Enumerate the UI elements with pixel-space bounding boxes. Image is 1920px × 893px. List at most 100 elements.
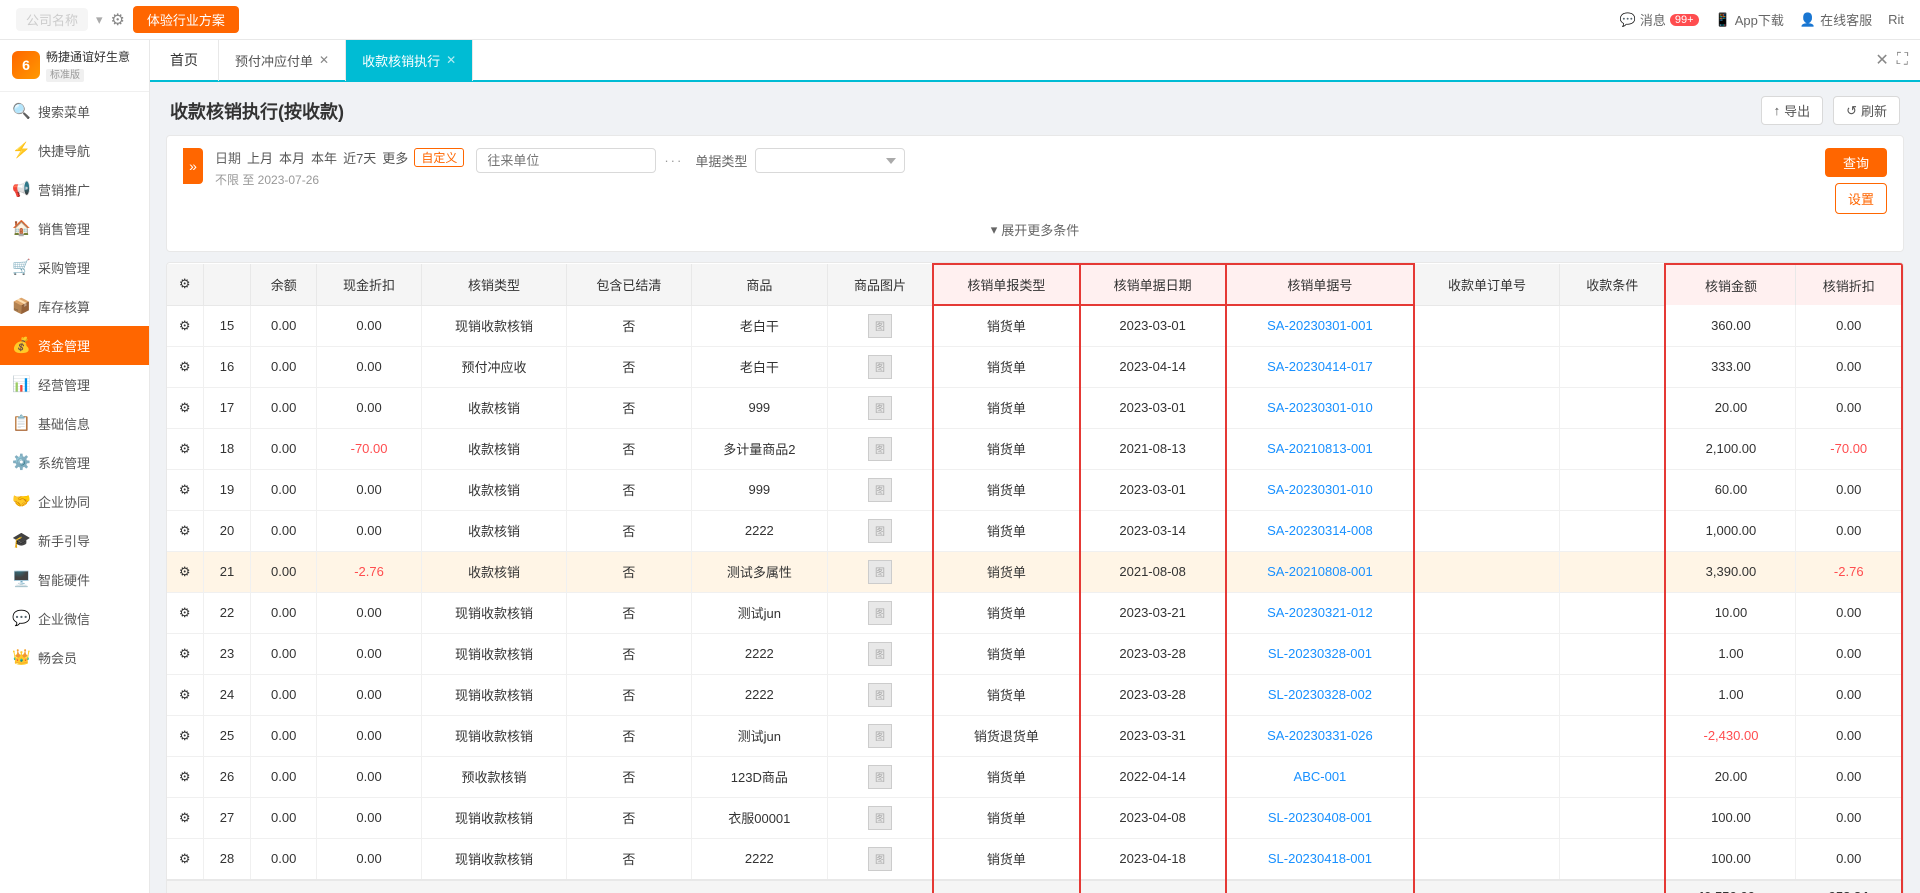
date-last-month[interactable]: 上月	[247, 148, 273, 167]
td-settings[interactable]: ⚙	[167, 551, 203, 592]
td-bill-date: 2023-04-08	[1080, 797, 1226, 838]
td-settings[interactable]: ⚙	[167, 838, 203, 880]
tab-maximize-icon[interactable]: ⛶	[1897, 51, 1908, 69]
sidebar-item-beginner[interactable]: 🎓 新手引导	[0, 521, 149, 560]
quicknav-icon: ⚡	[12, 141, 30, 159]
sidebar-item-wechat[interactable]: 💬 企业微信	[0, 599, 149, 638]
td-goods: 999	[691, 387, 827, 428]
td-receipt-order	[1414, 346, 1560, 387]
online-service-button[interactable]: 👤 在线客服	[1800, 10, 1872, 29]
tab-collection-close[interactable]: ✕	[446, 53, 456, 67]
td-goods-img: 图	[827, 551, 933, 592]
expand-more-conditions[interactable]: ▾ 展开更多条件	[183, 214, 1887, 239]
bill-no-link[interactable]: SL-20230408-001	[1268, 810, 1372, 825]
td-settings[interactable]: ⚙	[167, 305, 203, 346]
sidebar-item-member[interactable]: 👑 畅会员	[0, 638, 149, 677]
td-settings[interactable]: ⚙	[167, 592, 203, 633]
tab-home[interactable]: 首页	[150, 40, 219, 81]
sidebar-item-marketing[interactable]: 📢 营销推广	[0, 170, 149, 209]
td-settings[interactable]: ⚙	[167, 674, 203, 715]
bill-no-link[interactable]: SA-20230321-012	[1267, 605, 1373, 620]
logo-icon: 6	[12, 51, 40, 79]
bill-no-link[interactable]: SL-20230418-001	[1268, 851, 1372, 866]
sidebar-item-capital[interactable]: 💰 资金管理	[0, 326, 149, 365]
sidebar-item-search[interactable]: 🔍 搜索菜单	[0, 92, 149, 131]
table-body: ⚙ 15 0.00 0.00 现销收款核销 否 老白干 图 销货单 2023-0…	[167, 305, 1902, 880]
td-cancel-amount: -2,430.00	[1665, 715, 1796, 756]
bill-no-link[interactable]: SA-20210813-001	[1267, 441, 1373, 456]
sidebar-item-sales[interactable]: 🏠 销售管理	[0, 209, 149, 248]
tab-prepay[interactable]: 预付冲应付单 ✕	[219, 40, 346, 81]
bill-no-link[interactable]: SA-20210808-001	[1267, 564, 1373, 579]
td-receipt-condition	[1560, 633, 1666, 674]
filter-expand-btn[interactable]: »	[183, 148, 203, 184]
sidebar-item-basic[interactable]: 📋 基础信息	[0, 404, 149, 443]
bill-no-link[interactable]: SA-20230301-010	[1267, 482, 1373, 497]
bill-no-link[interactable]: SA-20230314-008	[1267, 523, 1373, 538]
export-button[interactable]: ↑ 导出	[1761, 96, 1824, 125]
tab-prepay-close[interactable]: ✕	[319, 53, 329, 67]
td-settings[interactable]: ⚙	[167, 428, 203, 469]
sidebar-item-quick-nav[interactable]: ⚡ 快捷导航	[0, 131, 149, 170]
td-settings[interactable]: ⚙	[167, 797, 203, 838]
td-settings[interactable]: ⚙	[167, 510, 203, 551]
user-name[interactable]: Rit	[1888, 12, 1904, 27]
solution-button[interactable]: 体验行业方案	[133, 6, 239, 33]
settings-icon[interactable]: ⚙	[111, 10, 125, 30]
td-receipt-order	[1414, 797, 1560, 838]
sidebar-item-hardware[interactable]: 🖥️ 智能硬件	[0, 560, 149, 599]
app-download-button[interactable]: 📱 App下载	[1715, 10, 1784, 29]
messages-button[interactable]: 💬 消息 99+	[1620, 10, 1699, 29]
td-receipt-order	[1414, 674, 1560, 715]
settings-button[interactable]: 设置	[1835, 183, 1887, 214]
query-button[interactable]: 查询	[1825, 148, 1887, 177]
tab-prepay-label: 预付冲应付单	[235, 51, 313, 70]
tab-collection[interactable]: 收款核销执行 ✕	[346, 40, 473, 81]
td-seq: 22	[203, 592, 251, 633]
date-this-year[interactable]: 本年	[311, 148, 337, 167]
td-cancel-type: 现销收款核销	[422, 674, 567, 715]
date-this-month[interactable]: 本月	[279, 148, 305, 167]
td-settings[interactable]: ⚙	[167, 715, 203, 756]
bill-no-link[interactable]: ABC-001	[1294, 769, 1347, 784]
bill-no-link[interactable]: SA-20230331-026	[1267, 728, 1373, 743]
bill-type-select[interactable]	[755, 148, 905, 173]
sidebar-item-operations[interactable]: 📊 经营管理	[0, 365, 149, 404]
td-settings[interactable]: ⚙	[167, 387, 203, 428]
date-more[interactable]: 更多	[382, 148, 408, 167]
counterparty-dots[interactable]: ···	[664, 153, 683, 168]
message-icon: 💬	[1620, 12, 1636, 28]
td-settings[interactable]: ⚙	[167, 633, 203, 674]
bill-no-link[interactable]: SL-20230328-001	[1268, 646, 1372, 661]
refresh-button[interactable]: ↺ 刷新	[1833, 96, 1900, 125]
td-cancel-amount: 2,100.00	[1665, 428, 1796, 469]
bill-no-link[interactable]: SA-20230414-017	[1267, 359, 1373, 374]
td-cancel-discount: 0.00	[1796, 674, 1902, 715]
td-receipt-order	[1414, 551, 1560, 592]
sidebar-item-system[interactable]: ⚙️ 系统管理	[0, 443, 149, 482]
system-icon: ⚙️	[12, 453, 30, 471]
table-footer-row: 40,556,66... 952.24	[167, 880, 1902, 893]
td-settings[interactable]: ⚙	[167, 469, 203, 510]
td-bill-no: SL-20230418-001	[1226, 838, 1414, 880]
td-cancel-discount: 0.00	[1796, 756, 1902, 797]
td-settings[interactable]: ⚙	[167, 756, 203, 797]
sidebar-item-purchase[interactable]: 🛒 采购管理	[0, 248, 149, 287]
sidebar-item-inventory[interactable]: 📦 库存核算	[0, 287, 149, 326]
td-bill-date: 2023-03-01	[1080, 469, 1226, 510]
td-settings[interactable]: ⚙	[167, 346, 203, 387]
sidebar-item-enterprise[interactable]: 🤝 企业协同	[0, 482, 149, 521]
td-balance: 0.00	[251, 715, 317, 756]
th-settings[interactable]: ⚙	[167, 264, 203, 305]
tab-close-window-icon[interactable]: ✕	[1875, 50, 1888, 70]
date-custom-btn[interactable]: 自定义	[414, 148, 464, 167]
bill-no-link[interactable]: SA-20230301-010	[1267, 400, 1373, 415]
td-bill-type: 销货单	[933, 510, 1079, 551]
bill-no-link[interactable]: SA-20230301-001	[1267, 318, 1373, 333]
counterparty-input[interactable]	[476, 148, 656, 173]
bill-no-link[interactable]: SL-20230328-002	[1268, 687, 1372, 702]
th-receipt-condition: 收款条件	[1560, 264, 1666, 305]
sidebar-item-label: 基础信息	[38, 414, 90, 433]
dropdown-arrow[interactable]: ▾	[96, 12, 103, 28]
date-last-7[interactable]: 近7天	[343, 148, 376, 167]
